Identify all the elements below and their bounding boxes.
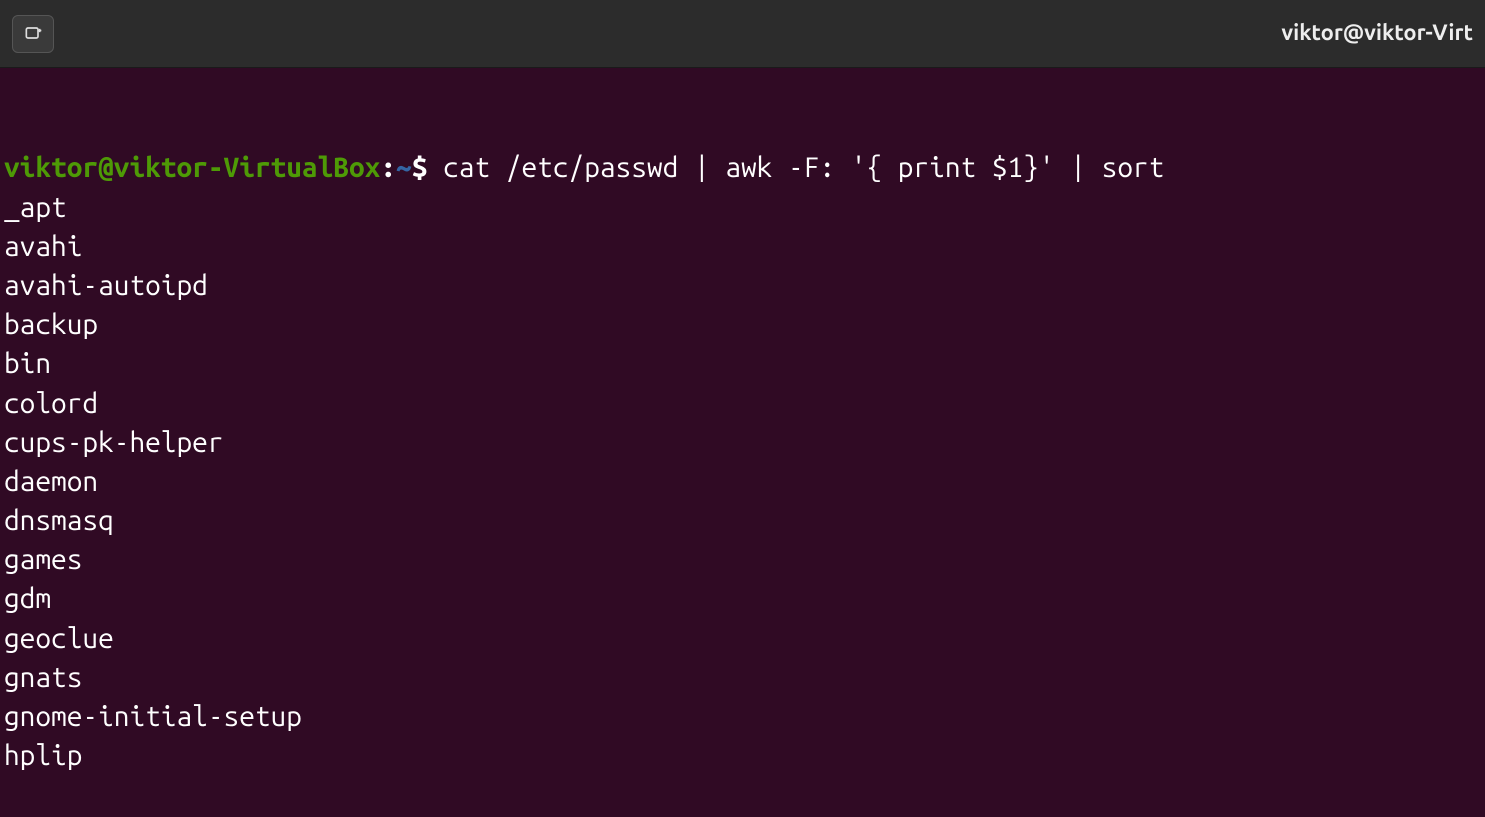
prompt-line: viktor@viktor-VirtualBox:~$ cat /etc/pas… [4, 148, 1481, 187]
output-line: cups-pk-helper [4, 423, 1481, 462]
prompt-colon: : [380, 152, 396, 183]
command-text: cat /etc/passwd | awk -F: '{ print $1}' … [443, 152, 1164, 183]
output-line: bin [4, 344, 1481, 383]
window-title: viktor@viktor-Virt [1281, 18, 1473, 49]
output-line: backup [4, 305, 1481, 344]
output-line: hplip [4, 736, 1481, 775]
output-line: games [4, 540, 1481, 579]
output-line: colord [4, 384, 1481, 423]
new-tab-icon [23, 14, 43, 53]
output-line: _apt [4, 188, 1481, 227]
output-line: geoclue [4, 619, 1481, 658]
titlebar: viktor@viktor-Virt [0, 0, 1485, 68]
output-line: avahi [4, 227, 1481, 266]
output-line: gnome-initial-setup [4, 697, 1481, 736]
prompt-user-host: viktor@viktor-VirtualBox [4, 152, 380, 183]
output-line: gnats [4, 658, 1481, 697]
prompt-symbol: $ [412, 152, 443, 183]
output-line: daemon [4, 462, 1481, 501]
new-tab-button[interactable] [12, 15, 54, 53]
prompt-path: ~ [396, 152, 412, 183]
terminal-area[interactable]: viktor@viktor-VirtualBox:~$ cat /etc/pas… [0, 68, 1485, 817]
output-line: gdm [4, 579, 1481, 618]
output-container: _aptavahiavahi-autoipdbackupbincolordcup… [4, 188, 1481, 776]
output-line: avahi-autoipd [4, 266, 1481, 305]
output-line: dnsmasq [4, 501, 1481, 540]
